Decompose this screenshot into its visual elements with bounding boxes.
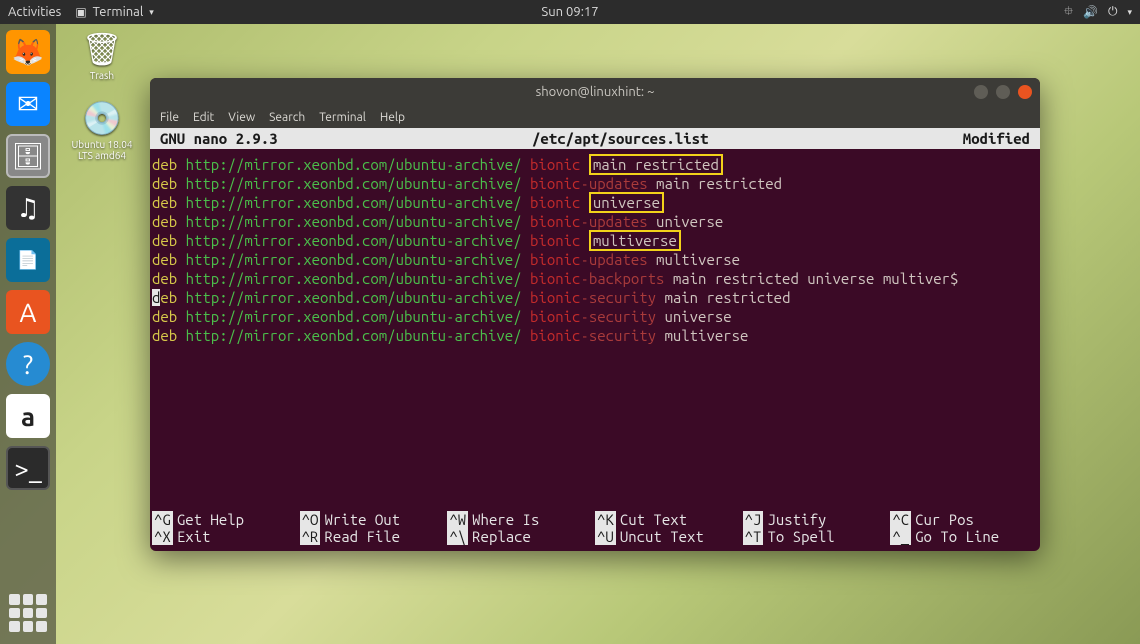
dock-amazon[interactable]: a xyxy=(6,394,50,438)
menu-view[interactable]: View xyxy=(228,111,255,124)
source-line: deb http://mirror.xeonbd.com/ubuntu-arch… xyxy=(152,288,1038,307)
nano-shortcut: ^OWrite Out xyxy=(300,511,448,528)
window-titlebar[interactable]: shovon@linuxhint: ~ xyxy=(150,78,1040,106)
chevron-down-icon[interactable]: ▾ xyxy=(1127,7,1132,18)
nano-shortcut: ^WWhere Is xyxy=(447,511,595,528)
nano-shortcut: ^JJustify xyxy=(743,511,891,528)
dock-terminal[interactable]: >_ xyxy=(6,446,50,490)
chevron-down-icon: ▾ xyxy=(149,7,154,18)
source-line: deb http://mirror.xeonbd.com/ubuntu-arch… xyxy=(152,307,1038,326)
nano-shortcut: ^KCut Text xyxy=(595,511,743,528)
nano-filepath: /etc/apt/sources.list xyxy=(532,130,708,147)
power-icon[interactable]: ⏻ xyxy=(1108,5,1118,19)
dock-libreoffice-writer[interactable]: 📄 xyxy=(6,238,50,282)
menu-edit[interactable]: Edit xyxy=(193,111,214,124)
dock-rhythmbox[interactable]: ♫ xyxy=(6,186,50,230)
terminal-icon: ▣ xyxy=(75,5,86,19)
menu-search[interactable]: Search xyxy=(269,111,305,124)
nano-shortcut: ^\Replace xyxy=(447,528,595,545)
source-line: deb http://mirror.xeonbd.com/ubuntu-arch… xyxy=(152,269,1038,288)
dock-help[interactable]: ? xyxy=(6,342,50,386)
disc-icon[interactable]: 💿 Ubuntu 18.04 LTS amd64 xyxy=(70,99,134,161)
terminal-content[interactable]: deb http://mirror.xeonbd.com/ubuntu-arch… xyxy=(150,149,1040,509)
dock-ubuntu-software[interactable]: A xyxy=(6,290,50,334)
app-indicator[interactable]: ▣ Terminal ▾ xyxy=(75,5,153,19)
terminal-window: shovon@linuxhint: ~ File Edit View Searc… xyxy=(150,78,1040,551)
trash-icon[interactable]: 🗑 Trash xyxy=(70,30,134,81)
close-button[interactable] xyxy=(1018,85,1032,99)
menu-file[interactable]: File xyxy=(160,111,179,124)
source-line: deb http://mirror.xeonbd.com/ubuntu-arch… xyxy=(152,326,1038,345)
nano-shortcut: ^GGet Help xyxy=(152,511,300,528)
app-indicator-label: Terminal xyxy=(93,5,144,19)
clock[interactable]: Sun 09:17 xyxy=(541,5,598,19)
source-line: deb http://mirror.xeonbd.com/ubuntu-arch… xyxy=(152,193,1038,212)
dock-files[interactable]: 🗄 xyxy=(6,134,50,178)
nano-status: Modified xyxy=(963,130,1030,147)
dock-firefox[interactable]: 🦊 xyxy=(6,30,50,74)
trash-glyph: 🗑 xyxy=(70,30,134,68)
window-title: shovon@linuxhint: ~ xyxy=(536,85,655,99)
menu-terminal[interactable]: Terminal xyxy=(319,111,366,124)
desktop-icons: 🗑 Trash 💿 Ubuntu 18.04 LTS amd64 xyxy=(70,30,134,161)
volume-icon[interactable]: 🔊 xyxy=(1083,5,1098,19)
disc-label: Ubuntu 18.04 LTS amd64 xyxy=(71,139,132,161)
maximize-button[interactable] xyxy=(996,85,1010,99)
terminal-menubar: File Edit View Search Terminal Help xyxy=(150,106,1040,128)
source-line: deb http://mirror.xeonbd.com/ubuntu-arch… xyxy=(152,212,1038,231)
dock-thunderbird[interactable]: ✉ xyxy=(6,82,50,126)
nano-shortcut: ^RRead File xyxy=(300,528,448,545)
menu-help[interactable]: Help xyxy=(380,111,405,124)
activities-button[interactable]: Activities xyxy=(8,5,61,19)
show-applications-button[interactable] xyxy=(9,594,47,632)
nano-shortcut: ^UUncut Text xyxy=(595,528,743,545)
minimize-button[interactable] xyxy=(974,85,988,99)
nano-version: GNU nano 2.9.3 xyxy=(160,130,278,147)
source-line: deb http://mirror.xeonbd.com/ubuntu-arch… xyxy=(152,174,1038,193)
nano-shortcut: ^TTo Spell xyxy=(743,528,891,545)
nano-shortcut-bar: ^GGet Help^OWrite Out^WWhere Is^KCut Tex… xyxy=(150,509,1040,551)
dock: 🦊 ✉ 🗄 ♫ 📄 A ? a >_ xyxy=(0,24,56,644)
source-line: deb http://mirror.xeonbd.com/ubuntu-arch… xyxy=(152,231,1038,250)
source-line: deb http://mirror.xeonbd.com/ubuntu-arch… xyxy=(152,250,1038,269)
network-icon[interactable]: ⯐ xyxy=(1064,2,1073,23)
gnome-top-panel: Activities ▣ Terminal ▾ Sun 09:17 ⯐ 🔊 ⏻ … xyxy=(0,0,1140,24)
dvd-glyph: 💿 xyxy=(70,99,134,137)
trash-label: Trash xyxy=(90,70,114,81)
source-line: deb http://mirror.xeonbd.com/ubuntu-arch… xyxy=(152,155,1038,174)
nano-shortcut: ^_Go To Line xyxy=(890,528,1038,545)
nano-header: GNU nano 2.9.3 /etc/apt/sources.list Mod… xyxy=(150,128,1040,149)
nano-shortcut: ^CCur Pos xyxy=(890,511,1038,528)
nano-shortcut: ^XExit xyxy=(152,528,300,545)
